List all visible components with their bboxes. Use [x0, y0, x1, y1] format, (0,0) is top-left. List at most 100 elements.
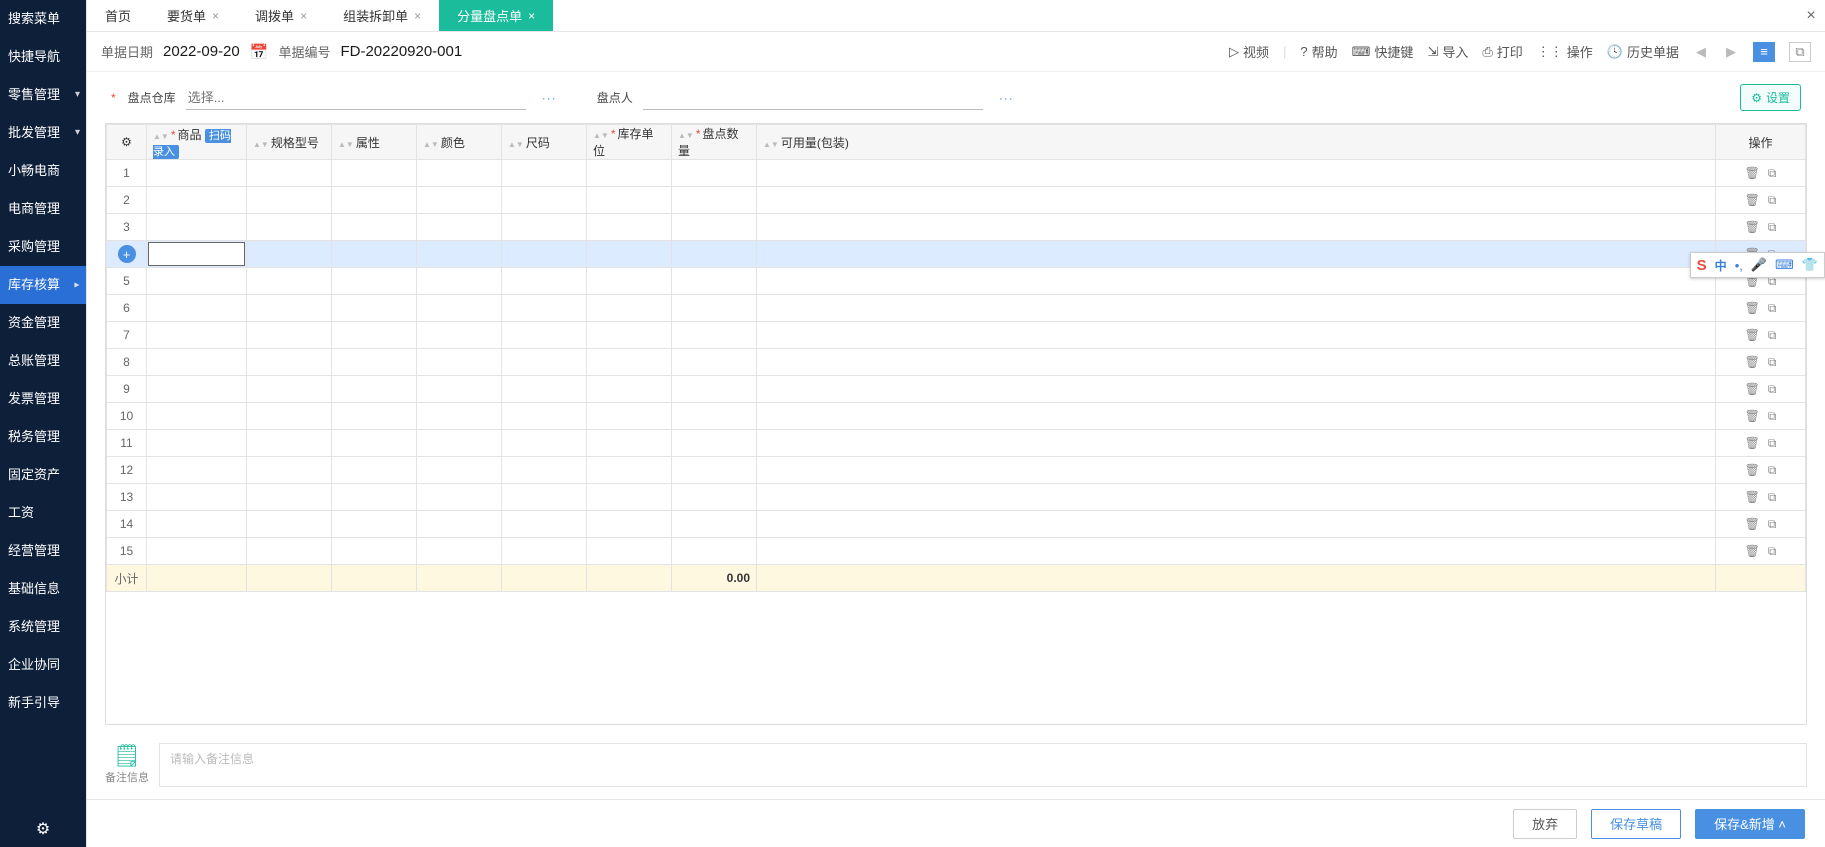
- cell[interactable]: [672, 457, 757, 484]
- delete-row-icon[interactable]: 🗑: [1745, 517, 1760, 531]
- cell[interactable]: [147, 268, 247, 295]
- table-row[interactable]: 1🗑⧉: [107, 160, 1806, 187]
- ime-skin-icon[interactable]: 👕: [1802, 257, 1818, 273]
- sidebar-item-4[interactable]: 小畅电商: [0, 152, 86, 190]
- col-idx[interactable]: ⚙: [107, 125, 147, 160]
- cell[interactable]: [147, 376, 247, 403]
- sidebar-item-14[interactable]: 经营管理: [0, 532, 86, 570]
- cell[interactable]: [247, 430, 332, 457]
- sidebar-gear-icon[interactable]: ⚙: [0, 811, 86, 847]
- cell[interactable]: [332, 295, 417, 322]
- save-new-button[interactable]: 保存&新增 ˄: [1695, 809, 1805, 839]
- cell[interactable]: [672, 349, 757, 376]
- cell[interactable]: [502, 511, 587, 538]
- sidebar-item-6[interactable]: 采购管理: [0, 228, 86, 266]
- cell[interactable]: [502, 322, 587, 349]
- sort-icon[interactable]: ▲▼: [763, 140, 779, 149]
- add-row-button[interactable]: +: [118, 245, 136, 263]
- cell[interactable]: [147, 160, 247, 187]
- cell[interactable]: [587, 295, 672, 322]
- copy-row-icon[interactable]: ⧉: [1768, 193, 1777, 207]
- sort-icon[interactable]: ▲▼: [508, 140, 524, 149]
- cell[interactable]: [417, 376, 502, 403]
- tab-1[interactable]: 要货单×: [149, 0, 237, 31]
- cell[interactable]: [757, 214, 1716, 241]
- copy-row-icon[interactable]: ⧉: [1768, 436, 1777, 450]
- delete-row-icon[interactable]: 🗑: [1745, 301, 1760, 315]
- next-record-icon[interactable]: ▶: [1723, 44, 1739, 60]
- cell[interactable]: [587, 403, 672, 430]
- col-attr[interactable]: ▲▼属性: [332, 125, 417, 160]
- cell[interactable]: [247, 349, 332, 376]
- copy-row-icon[interactable]: ⧉: [1768, 517, 1777, 531]
- cell[interactable]: [672, 538, 757, 565]
- copy-row-icon[interactable]: ⧉: [1768, 220, 1777, 234]
- sort-icon[interactable]: ▲▼: [423, 140, 439, 149]
- copy-row-icon[interactable]: ⧉: [1768, 301, 1777, 315]
- table-row[interactable]: +🗑⧉: [107, 241, 1806, 268]
- sidebar-item-16[interactable]: 系统管理: [0, 608, 86, 646]
- tab-4[interactable]: 分量盘点单×: [439, 0, 553, 31]
- cell[interactable]: [757, 430, 1716, 457]
- cell[interactable]: [672, 484, 757, 511]
- cell[interactable]: [417, 160, 502, 187]
- settings-button[interactable]: ⚙ 设置: [1740, 84, 1801, 111]
- cell[interactable]: [147, 241, 247, 268]
- cell[interactable]: [502, 457, 587, 484]
- sidebar-item-11[interactable]: 税务管理: [0, 418, 86, 456]
- cell[interactable]: [247, 538, 332, 565]
- cell[interactable]: [332, 214, 417, 241]
- date-value[interactable]: 2022-09-20: [163, 43, 240, 60]
- sort-icon[interactable]: ▲▼: [153, 132, 169, 141]
- delete-row-icon[interactable]: 🗑: [1745, 355, 1760, 369]
- ime-punct-icon[interactable]: •,: [1735, 258, 1743, 273]
- cell[interactable]: [147, 322, 247, 349]
- cell[interactable]: [672, 187, 757, 214]
- cell[interactable]: [417, 403, 502, 430]
- delete-row-icon[interactable]: 🗑: [1745, 328, 1760, 342]
- toolbar-ops-link[interactable]: ⋮⋮操作: [1537, 42, 1593, 61]
- copy-row-icon[interactable]: ⧉: [1768, 328, 1777, 342]
- cell[interactable]: [672, 268, 757, 295]
- warehouse-more-icon[interactable]: ···: [542, 91, 557, 105]
- cell[interactable]: [417, 295, 502, 322]
- cell[interactable]: [502, 241, 587, 268]
- delete-row-icon[interactable]: 🗑: [1745, 490, 1760, 504]
- cell[interactable]: [672, 241, 757, 268]
- cell[interactable]: [147, 511, 247, 538]
- cell[interactable]: [502, 349, 587, 376]
- table-row[interactable]: 11🗑⧉: [107, 430, 1806, 457]
- cell[interactable]: [757, 349, 1716, 376]
- warehouse-input[interactable]: [186, 86, 526, 109]
- cell[interactable]: [587, 241, 672, 268]
- cell[interactable]: [332, 511, 417, 538]
- cell[interactable]: [332, 160, 417, 187]
- abandon-button[interactable]: 放弃: [1513, 809, 1577, 839]
- cell[interactable]: [147, 430, 247, 457]
- cell[interactable]: [757, 376, 1716, 403]
- cell[interactable]: [672, 214, 757, 241]
- cell[interactable]: [502, 403, 587, 430]
- close-icon[interactable]: ×: [414, 9, 421, 23]
- ime-lang-badge[interactable]: 中: [1715, 257, 1727, 274]
- col-prod[interactable]: ▲▼*商品 扫码录入: [147, 125, 247, 160]
- sidebar-item-8[interactable]: 资金管理: [0, 304, 86, 342]
- sidebar-item-7[interactable]: 库存核算▾: [0, 266, 86, 304]
- sidebar-item-10[interactable]: 发票管理: [0, 380, 86, 418]
- table-row[interactable]: 10🗑⧉: [107, 403, 1806, 430]
- copy-row-icon[interactable]: ⧉: [1768, 409, 1777, 423]
- table-row[interactable]: 15🗑⧉: [107, 538, 1806, 565]
- delete-row-icon[interactable]: 🗑: [1745, 436, 1760, 450]
- table-row[interactable]: 5🗑⧉: [107, 268, 1806, 295]
- table-row[interactable]: 7🗑⧉: [107, 322, 1806, 349]
- cell[interactable]: [587, 268, 672, 295]
- cell[interactable]: [147, 538, 247, 565]
- cell[interactable]: [672, 322, 757, 349]
- col-unit[interactable]: ▲▼*库存单位: [587, 125, 672, 160]
- cell[interactable]: [147, 457, 247, 484]
- save-draft-button[interactable]: 保存草稿: [1591, 809, 1681, 839]
- cell[interactable]: [502, 295, 587, 322]
- cell[interactable]: [417, 457, 502, 484]
- cell[interactable]: [502, 160, 587, 187]
- cell[interactable]: [587, 430, 672, 457]
